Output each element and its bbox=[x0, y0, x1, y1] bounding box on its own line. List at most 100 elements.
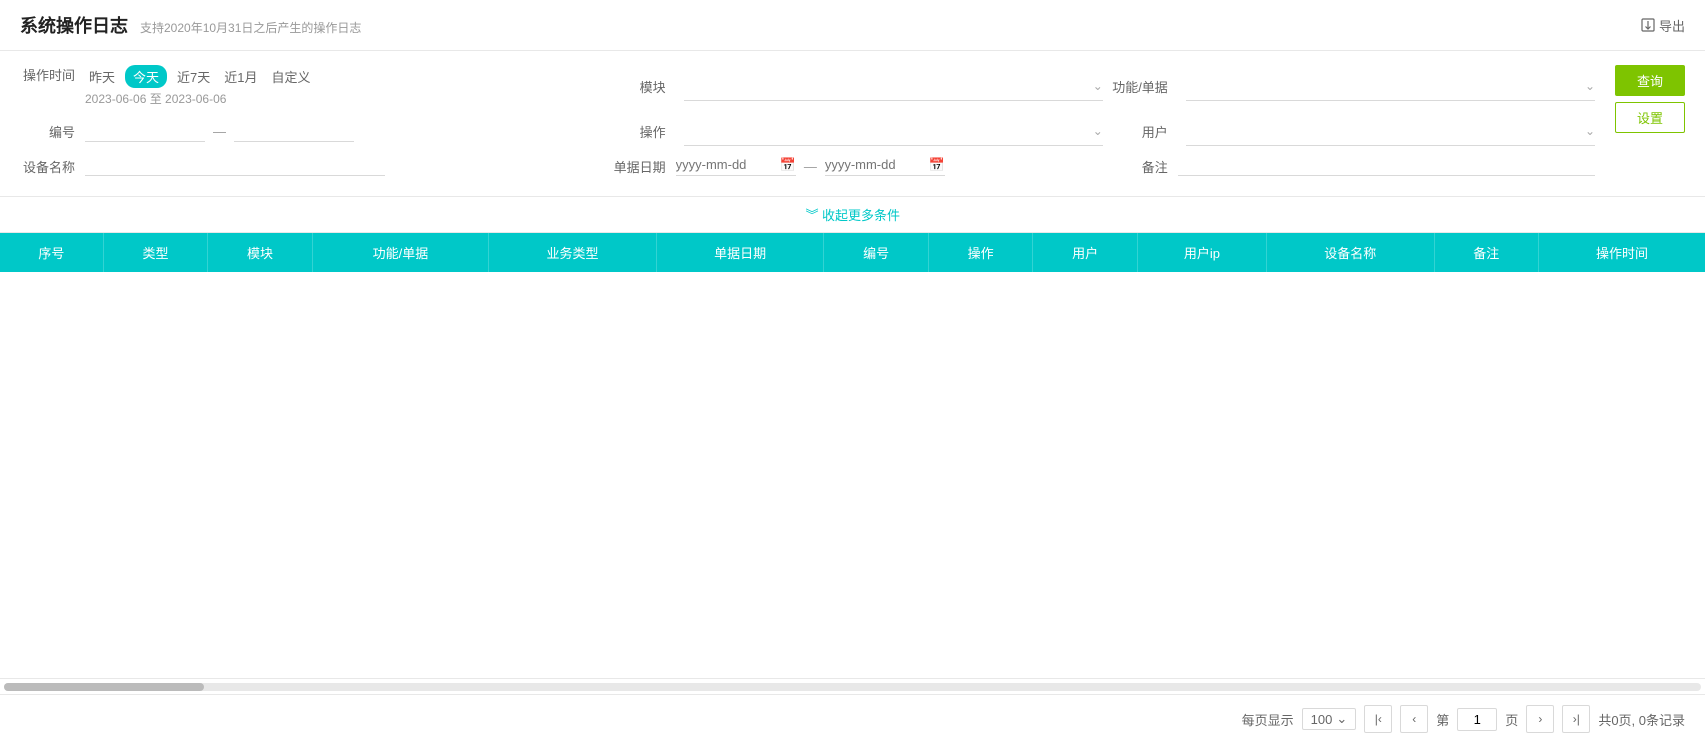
page-unit: 页 bbox=[1505, 710, 1518, 729]
filter-area: 操作时间 昨天 今天 近7天 近1月 自定义 2023-06-06 至 2023… bbox=[0, 51, 1705, 197]
number-end-input[interactable] bbox=[234, 122, 354, 142]
calendar-start-icon[interactable]: 📅 bbox=[780, 157, 796, 173]
col-user: 用户 bbox=[1033, 233, 1137, 272]
date-end-group: 📅 bbox=[825, 157, 945, 176]
date-filter-cell: 单据日期 📅 — 📅 bbox=[611, 157, 1103, 176]
filter-row-3: 设备名称 单据日期 📅 — 📅 bbox=[20, 156, 1595, 176]
user-label: 用户 bbox=[1103, 122, 1178, 141]
user-filter-cell: 用户 ⌄ bbox=[1103, 117, 1595, 146]
horizontal-scrollbar[interactable] bbox=[0, 678, 1705, 694]
module-select[interactable]: ⌄ bbox=[684, 72, 1103, 101]
page-size-select[interactable]: 100 ⌄ bbox=[1302, 708, 1357, 730]
export-icon bbox=[1641, 18, 1655, 32]
settings-button[interactable]: 设置 bbox=[1615, 102, 1685, 133]
user-select[interactable]: ⌄ bbox=[1186, 117, 1595, 146]
page-number-input[interactable] bbox=[1457, 708, 1497, 731]
time-range-text: 2023-06-06 至 2023-06-06 bbox=[85, 90, 315, 107]
time-btn-7days[interactable]: 近7天 bbox=[173, 65, 214, 88]
operation-select[interactable]: ⌄ bbox=[684, 117, 1103, 146]
empty-state bbox=[0, 272, 1705, 622]
function-filter-cell: 功能/单据 ⌄ bbox=[1103, 72, 1595, 101]
collapse-chevron-icon: 《 bbox=[802, 208, 821, 221]
col-remark: 备注 bbox=[1434, 233, 1538, 272]
action-buttons: 查询 设置 bbox=[1595, 65, 1685, 133]
module-select-arrow: ⌄ bbox=[1093, 79, 1103, 93]
col-date: 单据日期 bbox=[656, 233, 824, 272]
col-operation: 操作 bbox=[928, 233, 1032, 272]
page-first-button[interactable]: |‹ bbox=[1364, 705, 1392, 733]
time-btn-today[interactable]: 今天 bbox=[125, 65, 167, 88]
filter-main: 操作时间 昨天 今天 近7天 近1月 自定义 2023-06-06 至 2023… bbox=[20, 65, 1595, 186]
device-label: 设备名称 bbox=[20, 157, 85, 176]
filter-row-1: 操作时间 昨天 今天 近7天 近1月 自定义 2023-06-06 至 2023… bbox=[20, 65, 1595, 107]
operation-filter-cell: 操作 ⌄ bbox=[611, 117, 1103, 146]
page-header: 系统操作日志 支持2020年10月31日之后产生的操作日志 导出 bbox=[0, 0, 1705, 51]
calendar-end-icon[interactable]: 📅 bbox=[929, 157, 945, 173]
date-dash: — bbox=[804, 159, 817, 174]
operation-label: 操作 bbox=[611, 122, 676, 141]
col-function: 功能/单据 bbox=[312, 233, 488, 272]
page-label: 第 bbox=[1436, 710, 1449, 729]
date-start-input[interactable] bbox=[676, 157, 776, 172]
filter-top-wrapper: 操作时间 昨天 今天 近7天 近1月 自定义 2023-06-06 至 2023… bbox=[20, 65, 1685, 186]
page-subtitle: 支持2020年10月31日之后产生的操作日志 bbox=[140, 19, 361, 36]
table-header-row: 序号 类型 模块 功能/单据 业务类型 单据日期 编号 操作 用户 用户ip 设… bbox=[0, 233, 1705, 272]
page-prev-button[interactable]: ‹ bbox=[1400, 705, 1428, 733]
time-btn-custom[interactable]: 自定义 bbox=[268, 65, 315, 88]
pagination: 每页显示 100 ⌄ |‹ ‹ 第 页 › ›| 共0页, 0条记录 bbox=[0, 694, 1705, 743]
col-type: 类型 bbox=[103, 233, 207, 272]
operation-select-arrow: ⌄ bbox=[1093, 124, 1103, 138]
time-btn-1month[interactable]: 近1月 bbox=[220, 65, 261, 88]
function-select-arrow: ⌄ bbox=[1585, 79, 1595, 93]
remark-filter-cell: 备注 bbox=[1103, 156, 1595, 176]
number-label: 编号 bbox=[20, 122, 85, 141]
function-label: 功能/单据 bbox=[1103, 77, 1178, 96]
page-wrapper: 系统操作日志 支持2020年10月31日之后产生的操作日志 导出 操作时间 bbox=[0, 0, 1705, 743]
time-options-wrapper: 昨天 今天 近7天 近1月 自定义 2023-06-06 至 2023-06-0… bbox=[85, 65, 315, 107]
header-left: 系统操作日志 支持2020年10月31日之后产生的操作日志 bbox=[20, 12, 361, 38]
device-filter-cell: 设备名称 bbox=[20, 156, 611, 176]
col-index: 序号 bbox=[0, 233, 103, 272]
page-last-button[interactable]: ›| bbox=[1562, 705, 1590, 733]
collapse-button[interactable]: 《 收起更多条件 bbox=[805, 205, 900, 224]
col-biz-type: 业务类型 bbox=[489, 233, 657, 272]
date-start-group: 📅 bbox=[676, 157, 796, 176]
function-select-text bbox=[1186, 74, 1585, 98]
module-select-text bbox=[684, 74, 1093, 98]
module-label: 模块 bbox=[611, 77, 676, 96]
remark-label: 备注 bbox=[1103, 157, 1178, 176]
page-next-button[interactable]: › bbox=[1526, 705, 1554, 733]
page-title: 系统操作日志 bbox=[20, 12, 128, 38]
collapse-bar: 《 收起更多条件 bbox=[0, 197, 1705, 233]
date-label: 单据日期 bbox=[611, 157, 676, 176]
time-buttons: 昨天 今天 近7天 近1月 自定义 bbox=[85, 65, 315, 88]
collapse-label: 收起更多条件 bbox=[822, 205, 900, 224]
time-label: 操作时间 bbox=[20, 65, 85, 84]
remark-input[interactable] bbox=[1178, 156, 1595, 176]
number-start-input[interactable] bbox=[85, 122, 205, 142]
scrollbar-track bbox=[4, 683, 1701, 691]
function-select[interactable]: ⌄ bbox=[1186, 72, 1595, 101]
page-size-label: 每页显示 bbox=[1242, 710, 1294, 729]
operation-select-text bbox=[684, 119, 1093, 143]
page-total: 共0页, 0条记录 bbox=[1598, 710, 1685, 729]
col-device: 设备名称 bbox=[1266, 233, 1434, 272]
scrollbar-thumb[interactable] bbox=[4, 683, 204, 691]
export-button[interactable]: 导出 bbox=[1641, 16, 1685, 35]
col-number: 编号 bbox=[824, 233, 928, 272]
export-label: 导出 bbox=[1659, 16, 1685, 35]
col-module: 模块 bbox=[208, 233, 312, 272]
time-filter-cell: 操作时间 昨天 今天 近7天 近1月 自定义 2023-06-06 至 2023… bbox=[20, 65, 611, 107]
module-filter-cell: 模块 ⌄ bbox=[611, 72, 1103, 101]
number-dash: — bbox=[213, 124, 226, 139]
data-table: 序号 类型 模块 功能/单据 业务类型 单据日期 编号 操作 用户 用户ip 设… bbox=[0, 233, 1705, 272]
time-btn-yesterday[interactable]: 昨天 bbox=[85, 65, 119, 88]
date-end-input[interactable] bbox=[825, 157, 925, 172]
table-section: 序号 类型 模块 功能/单据 业务类型 单据日期 编号 操作 用户 用户ip 设… bbox=[0, 233, 1705, 678]
filter-row-2: 编号 — 操作 ⌄ 用户 bbox=[20, 117, 1595, 146]
user-select-text bbox=[1186, 119, 1585, 143]
query-button[interactable]: 查询 bbox=[1615, 65, 1685, 96]
device-input[interactable] bbox=[85, 156, 385, 176]
col-user-ip: 用户ip bbox=[1137, 233, 1266, 272]
col-op-time: 操作时间 bbox=[1539, 233, 1705, 272]
